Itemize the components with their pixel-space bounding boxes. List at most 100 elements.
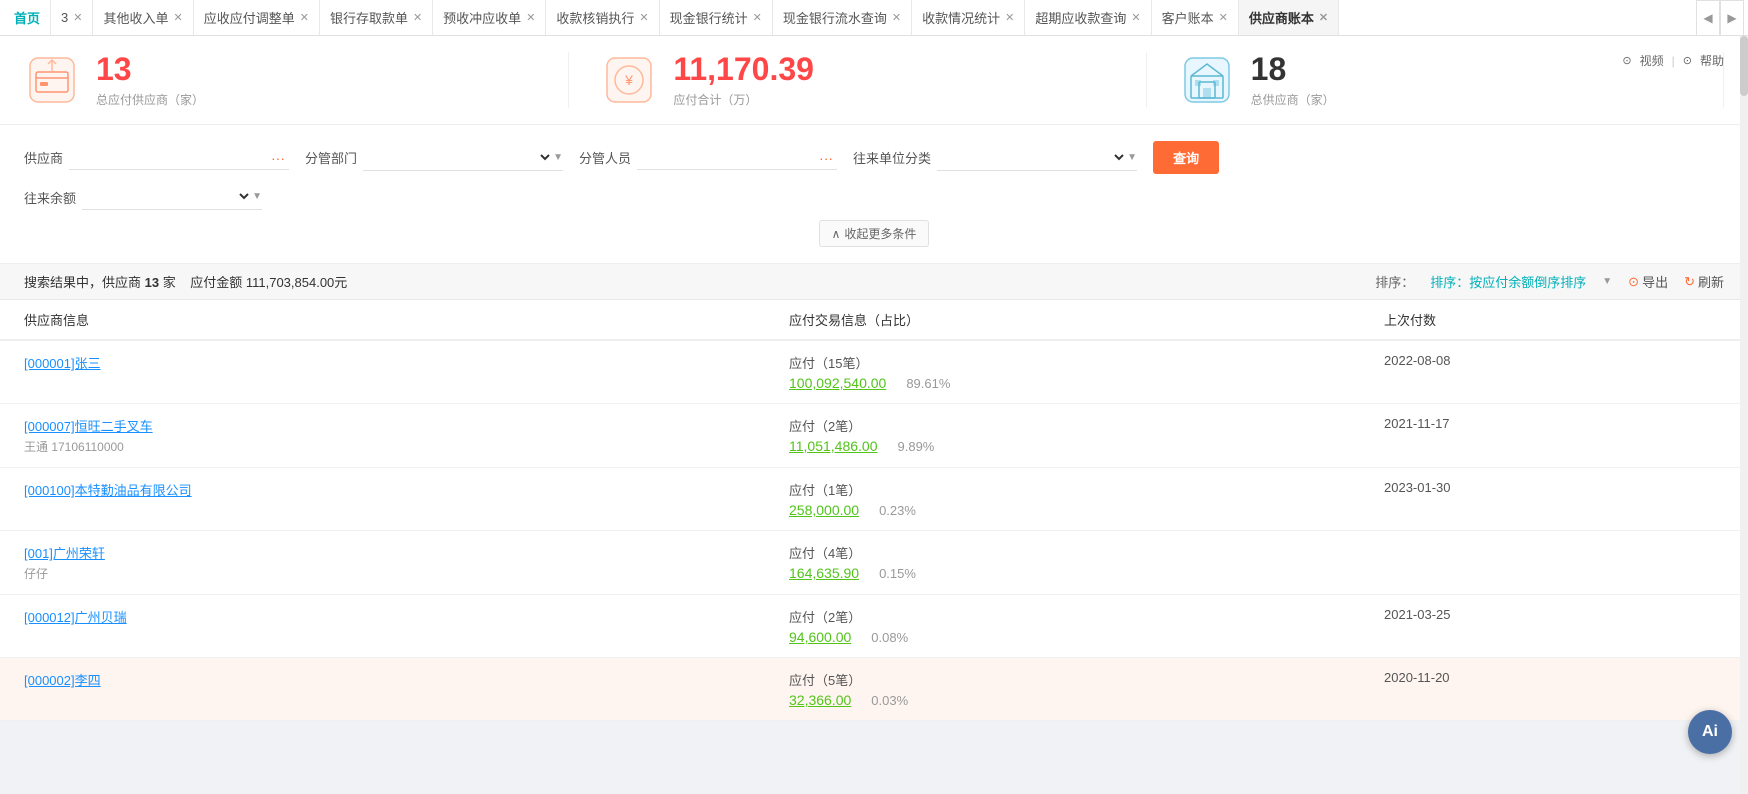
filter-supplier: 供应商 ··· (24, 146, 289, 170)
nav-tab-overdue-ar[interactable]: 超期应收款查询 ✕ (1025, 0, 1151, 36)
supplier-link-3[interactable]: [000100]本特勤油品有限公司 (24, 480, 789, 499)
stats-bar: 13 总应付供应商（家） ¥ 11,170.39 应付合计（万） (0, 36, 1748, 125)
txn-label-4: 应付（4笔） (789, 543, 1384, 562)
txn-amount-6[interactable]: 32,366.00 (789, 692, 851, 708)
nav-tab-cash-bank-stat[interactable]: 现金银行统计 ✕ (660, 0, 773, 36)
nav-tab-other-income[interactable]: 其他收入单 ✕ (93, 0, 193, 36)
nav-tab-overdue-ar-close[interactable]: ✕ (1131, 11, 1140, 24)
search-button[interactable]: 查询 (1153, 141, 1219, 174)
nav-tab-cash-bank-flow-close[interactable]: ✕ (892, 11, 901, 24)
nav-right-arrow[interactable]: ▶ (1720, 0, 1744, 36)
video-link[interactable]: 视频 (1640, 52, 1664, 69)
nav-tab-receipt-stat-close[interactable]: ✕ (1005, 11, 1014, 24)
supplier-link-2[interactable]: [000007]恒旺二手叉车 (24, 416, 789, 435)
filter-row-2: 往来余额 ▼ (24, 184, 1724, 210)
supplier-dots-icon[interactable]: ··· (271, 150, 285, 166)
table-row-highlighted: [000002]李四 应付（5笔） 32,366.00 0.03% 2020-1… (0, 658, 1748, 721)
collapse-label: 收起更多条件 (844, 225, 916, 242)
nav-tab-home[interactable]: 首页 (4, 0, 51, 36)
link-divider: | (1672, 54, 1675, 68)
person-input[interactable] (637, 146, 837, 170)
nav-tab-cash-bank-stat-close[interactable]: ✕ (753, 11, 762, 24)
top-right-links: ⊙ 视频 | ⊙ 帮助 (1622, 52, 1724, 69)
balance-select[interactable] (82, 184, 252, 209)
supplier-input[interactable] (69, 146, 289, 170)
nav-tab-receipt-exec[interactable]: 收款核销执行 ✕ (546, 0, 659, 36)
nav-tab-prepay-ar[interactable]: 预收冲应收单 ✕ (433, 0, 546, 36)
nav-tab-bank-deposit-close[interactable]: ✕ (413, 11, 422, 24)
nav-tab-cust-ledger[interactable]: 客户账本 ✕ (1152, 0, 1239, 36)
table-header: 供应商信息 应付交易信息（占比） 上次付数 (0, 300, 1748, 341)
nav-tab-3-close[interactable]: ✕ (73, 11, 82, 24)
nav-tab-supplier-ledger[interactable]: 供应商账本 ✕ (1239, 0, 1339, 36)
nav-tab-cust-ledger-close[interactable]: ✕ (1219, 11, 1228, 24)
results-count: 13 (145, 275, 159, 290)
dept-select[interactable] (363, 145, 553, 170)
nav-left-arrow[interactable]: ◀ (1696, 0, 1720, 36)
txn-row-4: 164,635.90 0.15% (789, 565, 1384, 581)
export-button[interactable]: ⊙ 导出 (1628, 272, 1668, 291)
nav-tab-cash-bank-flow[interactable]: 现金银行流水查询 ✕ (773, 0, 912, 36)
txn-amount-4[interactable]: 164,635.90 (789, 565, 859, 581)
nav-tab-3[interactable]: 3 ✕ (51, 0, 93, 36)
table-row: [000012]广州贝瑞 应付（2笔） 94,600.00 0.08% 2021… (0, 595, 1748, 658)
table-row: [000007]恒旺二手叉车 王通 17106110000 应付（2笔） 11,… (0, 404, 1748, 468)
category-arrow-icon: ▼ (1127, 152, 1137, 163)
nav-tab-other-income-close[interactable]: ✕ (173, 11, 182, 24)
txn-row-6: 32,366.00 0.03% (789, 692, 1384, 708)
category-select[interactable] (937, 145, 1127, 170)
refresh-icon: ↻ (1684, 274, 1695, 290)
supplier-link-1[interactable]: [000001]张三 (24, 353, 789, 372)
col-header-supplier: 供应商信息 (24, 310, 789, 329)
supplier-link-5[interactable]: [000012]广州贝瑞 (24, 607, 789, 626)
txn-row-3: 258,000.00 0.23% (789, 502, 1384, 518)
last-pay-col-3: 2023-01-30 (1384, 480, 1724, 495)
txn-amount-1[interactable]: 100,092,540.00 (789, 375, 886, 391)
sort-select[interactable]: 排序：按应付余额倒序排序 (1430, 272, 1586, 291)
nav-tab-overdue-ar-label: 超期应收款查询 (1035, 8, 1126, 27)
results-actions: 排序： 排序：按应付余额倒序排序 ▼ ⊙ 导出 ↻ 刷新 (1375, 272, 1724, 291)
filter-person-label: 分管人员 (579, 148, 631, 167)
sort-label: 排序： (1375, 272, 1414, 291)
svg-text:¥: ¥ (624, 72, 633, 88)
collapse-button[interactable]: ∧ 收起更多条件 (819, 220, 930, 247)
filter-area: 供应商 ··· 分管部门 ▼ 分管人员 ··· 往来单位分类 (0, 125, 1748, 264)
table-row: [000100]本特勤油品有限公司 应付（1笔） 258,000.00 0.23… (0, 468, 1748, 531)
txn-col-4: 应付（4笔） 164,635.90 0.15% (789, 543, 1384, 581)
stat-supplier-payable-info: 13 总应付供应商（家） (96, 52, 204, 108)
nav-tab-receipt-exec-label: 收款核销执行 (556, 8, 634, 27)
txn-col-1: 应付（15笔） 100,092,540.00 89.61% (789, 353, 1384, 391)
help-link[interactable]: 帮助 (1700, 52, 1724, 69)
supplier-col-2: [000007]恒旺二手叉车 王通 17106110000 (24, 416, 789, 455)
nav-tab-bank-deposit[interactable]: 银行存取款单 ✕ (320, 0, 433, 36)
supplier-sub-4: 仔仔 (24, 565, 789, 582)
refresh-button[interactable]: ↻ 刷新 (1684, 272, 1724, 291)
txn-amount-2[interactable]: 11,051,486.00 (789, 438, 878, 454)
nav-tab-prepay-ar-close[interactable]: ✕ (526, 11, 535, 24)
filter-balance-select-wrap: ▼ (82, 184, 262, 210)
supplier-link-6[interactable]: [000002]李四 (24, 670, 789, 689)
person-dots-icon[interactable]: ··· (819, 150, 833, 166)
results-summary: 搜索结果中，供应商 13 家 应付金额 111,703,854.00元 (24, 272, 347, 291)
ai-button[interactable]: Ai (1688, 710, 1732, 754)
filter-balance: 往来余额 ▼ (24, 184, 262, 210)
filter-person: 分管人员 ··· (579, 146, 837, 170)
supplier-col-4: [001]广州荣轩 仔仔 (24, 543, 789, 582)
txn-amount-5[interactable]: 94,600.00 (789, 629, 851, 645)
nav-tab-supplier-ledger-close[interactable]: ✕ (1319, 11, 1328, 24)
stat-total-label: 应付合计（万） (673, 91, 814, 108)
scrollbar-thumb[interactable] (1740, 36, 1748, 96)
txn-col-6: 应付（5笔） 32,366.00 0.03% (789, 670, 1384, 708)
results-bar: 搜索结果中，供应商 13 家 应付金额 111,703,854.00元 排序： … (0, 264, 1748, 300)
nav-tab-receipt-exec-close[interactable]: ✕ (639, 11, 648, 24)
nav-tab-receipt-stat[interactable]: 收款情况统计 ✕ (912, 0, 1025, 36)
collapse-area: ∧ 收起更多条件 (24, 220, 1724, 247)
filter-row-1: 供应商 ··· 分管部门 ▼ 分管人员 ··· 往来单位分类 (24, 141, 1724, 174)
nav-tab-receipt-stat-label: 收款情况统计 (922, 8, 1000, 27)
nav-tab-ar-ap-adjust-close[interactable]: ✕ (300, 11, 309, 24)
txn-amount-3[interactable]: 258,000.00 (789, 502, 859, 518)
scrollbar-track[interactable] (1740, 36, 1748, 794)
balance-arrow-icon: ▼ (252, 191, 262, 202)
supplier-link-4[interactable]: [001]广州荣轩 (24, 543, 789, 562)
nav-tab-ar-ap-adjust[interactable]: 应收应付调整单 ✕ (194, 0, 320, 36)
